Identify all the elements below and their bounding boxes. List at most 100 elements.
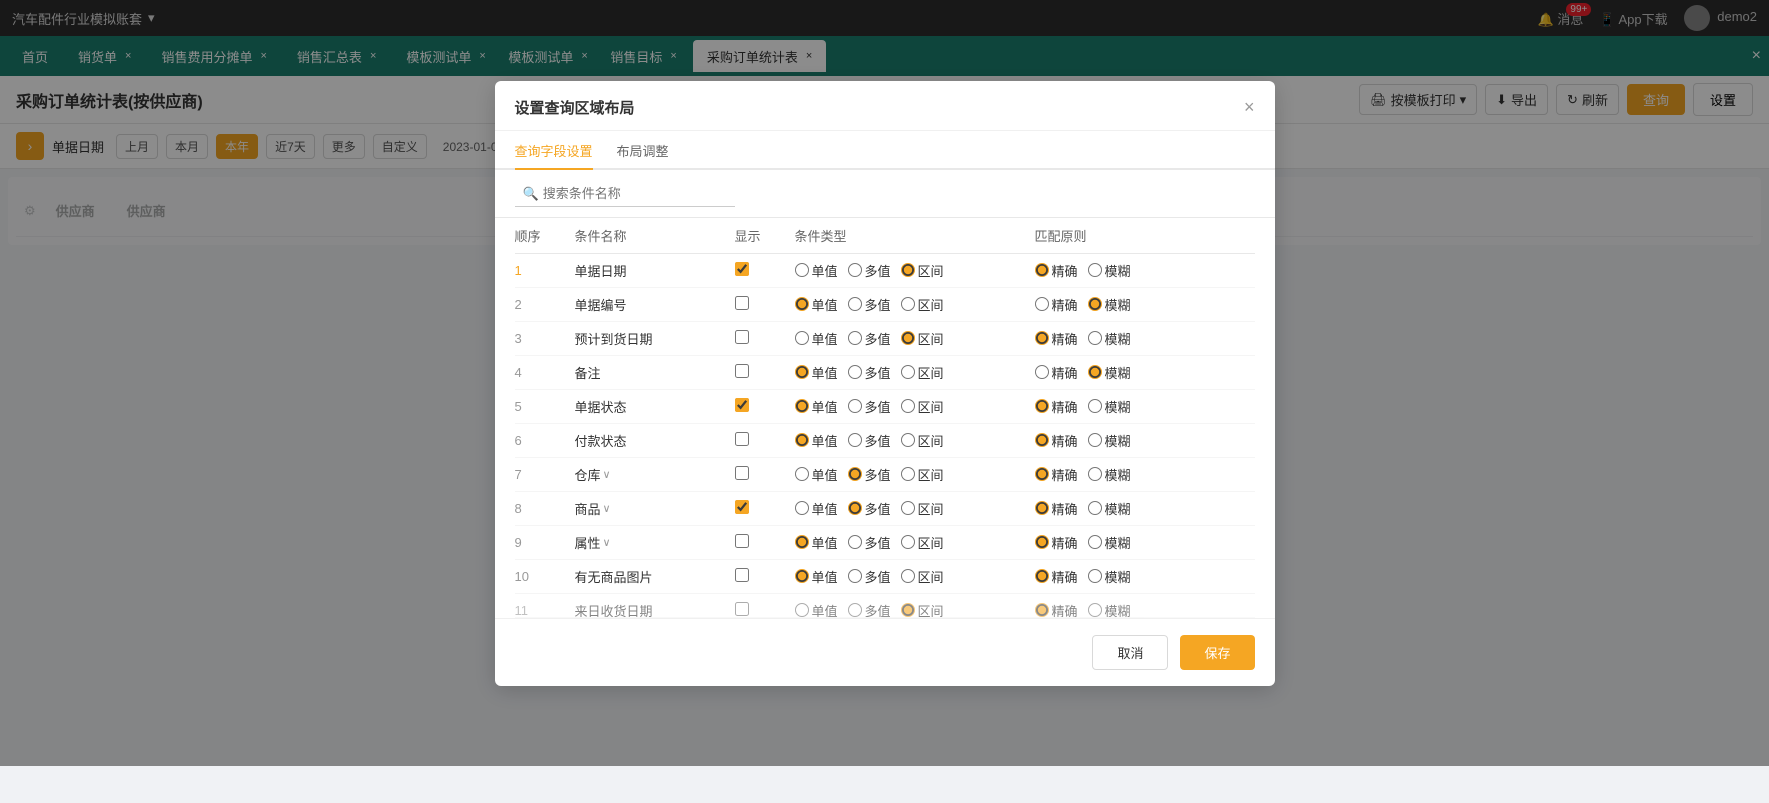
modal-overlay[interactable]: 设置查询区域布局 × 查询字段设置 布局调整 🔍 顺序 条件名称 显示 bbox=[0, 0, 1769, 766]
row7-display-check[interactable] bbox=[735, 466, 749, 483]
row5-type-multi[interactable]: 多值 bbox=[848, 397, 891, 416]
row6-type-group: 单值 多值 区间 bbox=[795, 431, 1035, 450]
tab-layout[interactable]: 布局调整 bbox=[617, 131, 669, 170]
row5-match-fuzzy[interactable]: 模糊 bbox=[1088, 397, 1131, 416]
row9-type-single[interactable]: 单值 bbox=[795, 533, 838, 552]
row3-display-check[interactable] bbox=[735, 330, 749, 347]
row6-type-multi[interactable]: 多值 bbox=[848, 431, 891, 450]
row9-order: 9 bbox=[515, 535, 522, 550]
search-input[interactable] bbox=[543, 186, 727, 201]
row7-name: 仓库 ∨ bbox=[575, 465, 735, 484]
row4-match-fuzzy[interactable]: 模糊 bbox=[1088, 363, 1131, 382]
row2-match-exact[interactable]: 精确 bbox=[1035, 295, 1078, 314]
row4-display-check[interactable] bbox=[735, 364, 749, 381]
row2-type-multi[interactable]: 多值 bbox=[848, 295, 891, 314]
row6-display-check[interactable] bbox=[735, 432, 749, 449]
row2-type-group: 单值 多值 区间 bbox=[795, 295, 1035, 314]
row11-match-fuzzy[interactable]: 模糊 bbox=[1088, 601, 1131, 618]
table-row: 1 单据日期 单值 多值 区间 精确 模糊 bbox=[515, 254, 1255, 288]
row6-match-fuzzy[interactable]: 模糊 bbox=[1088, 431, 1131, 450]
row4-type-single[interactable]: 单值 bbox=[795, 363, 838, 382]
row10-display-check[interactable] bbox=[735, 568, 749, 585]
row1-display-check[interactable] bbox=[735, 262, 749, 279]
row5-display-check[interactable] bbox=[735, 398, 749, 415]
row2-type-range[interactable]: 区间 bbox=[901, 295, 944, 314]
row3-name: 预计到货日期 bbox=[575, 329, 735, 348]
row2-match-fuzzy[interactable]: 模糊 bbox=[1088, 295, 1131, 314]
row5-type-single[interactable]: 单值 bbox=[795, 397, 838, 416]
row4-type-group: 单值 多值 区间 bbox=[795, 363, 1035, 382]
row9-display-check[interactable] bbox=[735, 534, 749, 551]
row9-type-range[interactable]: 区间 bbox=[901, 533, 944, 552]
row10-match-exact[interactable]: 精确 bbox=[1035, 567, 1078, 586]
row1-type-multi[interactable]: 多值 bbox=[848, 261, 891, 280]
save-button[interactable]: 保存 bbox=[1180, 635, 1254, 670]
row8-type-multi[interactable]: 多值 bbox=[848, 499, 891, 518]
search-input-container[interactable]: 🔍 bbox=[515, 182, 735, 207]
row6-type-single[interactable]: 单值 bbox=[795, 431, 838, 450]
modal-close-button[interactable]: × bbox=[1244, 98, 1255, 116]
row9-dropdown-arrow[interactable]: ∨ bbox=[603, 536, 611, 549]
tab-fields[interactable]: 查询字段设置 bbox=[515, 131, 593, 170]
row3-type-single[interactable]: 单值 bbox=[795, 329, 838, 348]
row8-match-fuzzy[interactable]: 模糊 bbox=[1088, 499, 1131, 518]
col-display: 显示 bbox=[735, 226, 795, 245]
row9-match-exact[interactable]: 精确 bbox=[1035, 533, 1078, 552]
row10-type-multi[interactable]: 多值 bbox=[848, 567, 891, 586]
row11-match-exact[interactable]: 精确 bbox=[1035, 601, 1078, 618]
row1-type-single[interactable]: 单值 bbox=[795, 261, 838, 280]
row8-match-exact[interactable]: 精确 bbox=[1035, 499, 1078, 518]
table-row: 4 备注 单值 多值 区间 精确 模糊 bbox=[515, 356, 1255, 390]
row6-match-exact[interactable]: 精确 bbox=[1035, 431, 1078, 450]
row1-name: 单据日期 bbox=[575, 261, 735, 280]
row3-type-multi[interactable]: 多值 bbox=[848, 329, 891, 348]
table-row: 11 来日收货日期 单值 多值 区间 精确 模糊 bbox=[515, 594, 1255, 618]
row6-order: 6 bbox=[515, 433, 522, 448]
row11-type-range[interactable]: 区间 bbox=[901, 601, 944, 618]
col-type: 条件类型 bbox=[795, 226, 1035, 245]
row11-type-single[interactable]: 单值 bbox=[795, 601, 838, 618]
row11-display-check[interactable] bbox=[735, 602, 749, 618]
row11-type-multi[interactable]: 多值 bbox=[848, 601, 891, 618]
row4-type-range[interactable]: 区间 bbox=[901, 363, 944, 382]
row3-match-fuzzy[interactable]: 模糊 bbox=[1088, 329, 1131, 348]
table-row: 10 有无商品图片 单值 多值 区间 精确 模糊 bbox=[515, 560, 1255, 594]
row7-type-single[interactable]: 单值 bbox=[795, 465, 838, 484]
row7-dropdown-arrow[interactable]: ∨ bbox=[603, 468, 611, 481]
row8-type-single[interactable]: 单值 bbox=[795, 499, 838, 518]
row7-match-fuzzy[interactable]: 模糊 bbox=[1088, 465, 1131, 484]
table-row: 9 属性 ∨ 单值 多值 区间 精确 模糊 bbox=[515, 526, 1255, 560]
row8-dropdown-arrow[interactable]: ∨ bbox=[603, 502, 611, 515]
table-row: 7 仓库 ∨ 单值 多值 区间 精确 模糊 bbox=[515, 458, 1255, 492]
row7-match-exact[interactable]: 精确 bbox=[1035, 465, 1078, 484]
row7-type-multi[interactable]: 多值 bbox=[848, 465, 891, 484]
row7-type-range[interactable]: 区间 bbox=[901, 465, 944, 484]
table-row: 5 单据状态 单值 多值 区间 精确 模糊 bbox=[515, 390, 1255, 424]
row11-order: 11 bbox=[515, 603, 529, 618]
row10-type-single[interactable]: 单值 bbox=[795, 567, 838, 586]
row10-type-range[interactable]: 区间 bbox=[901, 567, 944, 586]
row1-match-exact[interactable]: 精确 bbox=[1035, 261, 1078, 280]
row5-name: 单据状态 bbox=[575, 397, 735, 416]
row2-display-check[interactable] bbox=[735, 296, 749, 313]
row10-match-fuzzy[interactable]: 模糊 bbox=[1088, 567, 1131, 586]
row4-match-exact[interactable]: 精确 bbox=[1035, 363, 1078, 382]
row3-type-range[interactable]: 区间 bbox=[901, 329, 944, 348]
row1-match-fuzzy[interactable]: 模糊 bbox=[1088, 261, 1131, 280]
row4-type-multi[interactable]: 多值 bbox=[848, 363, 891, 382]
cancel-button[interactable]: 取消 bbox=[1092, 635, 1168, 670]
row9-match-fuzzy[interactable]: 模糊 bbox=[1088, 533, 1131, 552]
row5-type-range[interactable]: 区间 bbox=[901, 397, 944, 416]
row8-type-range[interactable]: 区间 bbox=[901, 499, 944, 518]
row9-type-multi[interactable]: 多值 bbox=[848, 533, 891, 552]
row3-order: 3 bbox=[515, 331, 522, 346]
row5-match-group: 精确 模糊 bbox=[1035, 397, 1215, 416]
tab-layout-label: 布局调整 bbox=[617, 144, 669, 159]
row2-match-group: 精确 模糊 bbox=[1035, 295, 1215, 314]
row6-type-range[interactable]: 区间 bbox=[901, 431, 944, 450]
row8-display-check[interactable] bbox=[735, 500, 749, 517]
row5-match-exact[interactable]: 精确 bbox=[1035, 397, 1078, 416]
row3-match-exact[interactable]: 精确 bbox=[1035, 329, 1078, 348]
row2-type-single[interactable]: 单值 bbox=[795, 295, 838, 314]
row1-type-range[interactable]: 区间 bbox=[901, 261, 944, 280]
